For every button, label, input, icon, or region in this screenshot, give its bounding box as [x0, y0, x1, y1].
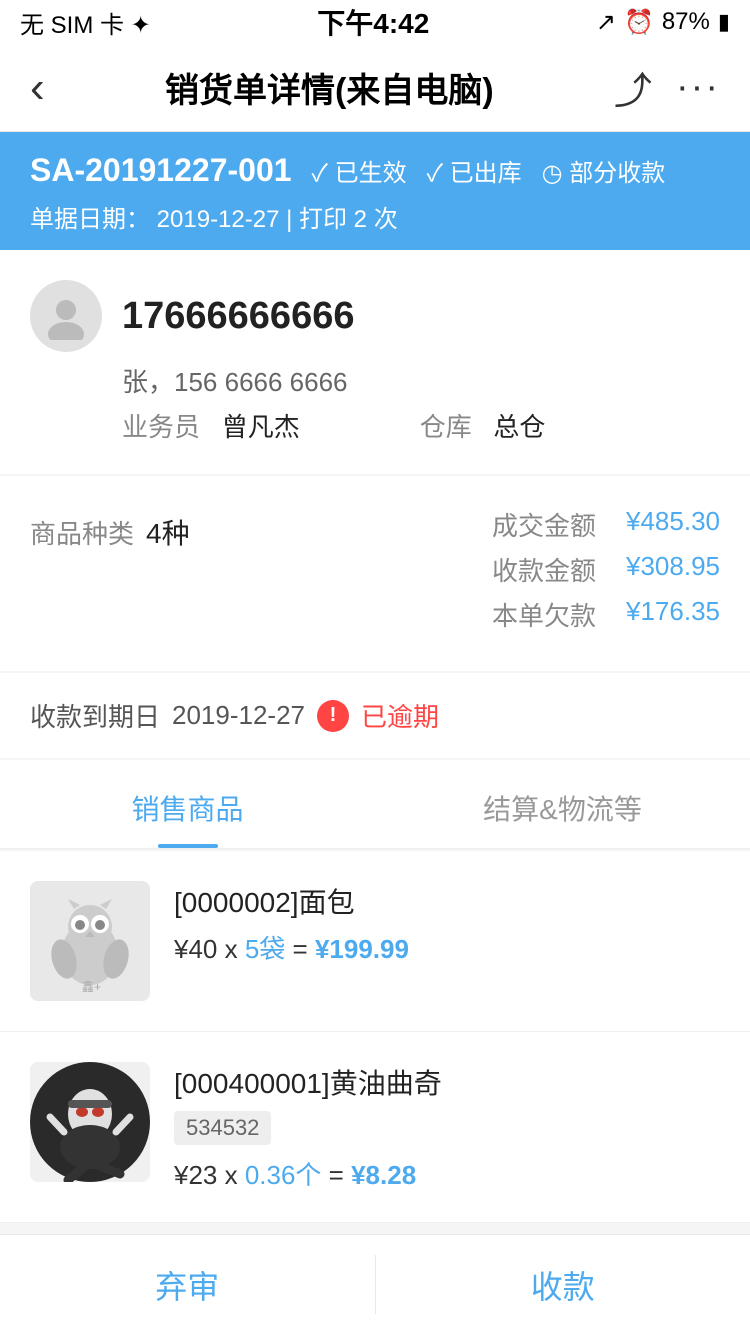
- product-price-1: ¥40 x 5袋 = ¥199.99: [174, 929, 720, 966]
- amount-value: ¥485.30: [626, 506, 720, 543]
- alarm-icon: ⏰: [624, 8, 654, 37]
- battery-icon: ▮: [718, 9, 730, 35]
- bottom-bar: 弃审 收款: [0, 1234, 750, 1334]
- battery-label: 87%: [662, 8, 710, 36]
- badge-shipped: ✓ 已出库: [427, 153, 522, 188]
- product-thumbnail-1: 鑫+: [30, 881, 150, 1001]
- nav-bar: ‹ 销货单详情(来自电脑) ⤴ ···: [0, 44, 750, 132]
- price-base-1: ¥40 x: [174, 934, 245, 964]
- total-2: ¥8.28: [351, 1160, 416, 1190]
- product-thumbnail-2: [30, 1062, 150, 1182]
- order-date: 2019-12-27: [157, 206, 280, 233]
- product-kind: 商品种类 4种: [30, 512, 190, 552]
- received-value: ¥308.95: [626, 551, 720, 588]
- product-name-2: [000400001]黄油曲奇: [174, 1062, 720, 1102]
- agent-value: 曾凡杰: [222, 412, 300, 442]
- owed-row: 本单欠款 ¥176.35: [492, 596, 720, 633]
- share-icon[interactable]: ⤴: [614, 60, 652, 115]
- amount-row: 成交金额 ¥485.30: [492, 506, 720, 543]
- amount-label: 成交金额: [492, 506, 596, 543]
- back-button[interactable]: ‹: [30, 63, 45, 113]
- overdue-date: 2019-12-27: [172, 700, 305, 731]
- more-icon[interactable]: ···: [676, 66, 720, 109]
- order-id: SA-20191227-001: [30, 152, 292, 189]
- overdue-section: 收款到期日 2019-12-27 ! 已逾期: [0, 673, 750, 758]
- product-info-1: [0000002]面包 ¥40 x 5袋 = ¥199.99: [174, 881, 720, 966]
- tabs-section: 销售商品 结算&物流等: [0, 760, 750, 849]
- page-title: 销货单详情(来自电脑): [165, 63, 494, 112]
- date-label: 单据日期：: [30, 206, 150, 233]
- warehouse-value: 总仓: [493, 412, 545, 442]
- customer-name: 张，156 6666 6666: [122, 362, 720, 399]
- received-row: 收款金额 ¥308.95: [492, 551, 720, 588]
- agent-label: 业务员 曾凡杰: [122, 407, 300, 444]
- status-right: ↗ ⏰ 87% ▮: [596, 8, 730, 37]
- tab-settlement[interactable]: 结算&物流等: [375, 760, 750, 848]
- equals-2: =: [329, 1160, 351, 1190]
- nav-icons: ⤴ ···: [614, 60, 720, 115]
- status-left: 无 SIM 卡 ✦: [20, 5, 151, 40]
- summary-right: 成交金额 ¥485.30 收款金额 ¥308.95 本单欠款 ¥176.35: [492, 506, 720, 641]
- product-list: 鑫+ [0000002]面包 ¥40 x 5袋 = ¥199.99: [0, 851, 750, 1223]
- banner-bottom: 单据日期： 2019-12-27 | 打印 2 次: [30, 199, 720, 234]
- received-label: 收款金额: [492, 551, 596, 588]
- total-1: ¥199.99: [315, 934, 409, 964]
- header-banner: SA-20191227-001 ✓ 已生效 ✓ 已出库 ◷ 部分收款 单据日期：…: [0, 132, 750, 250]
- qty-1: 5袋: [245, 934, 285, 964]
- summary-left: 商品种类 4种: [30, 506, 190, 552]
- tabs-row: 销售商品 结算&物流等: [0, 760, 750, 849]
- list-item: [000400001]黄油曲奇 534532 ¥23 x 0.36个 = ¥8.…: [0, 1032, 750, 1223]
- summary-section: 商品种类 4种 成交金额 ¥485.30 收款金额 ¥308.95 本单欠款 ¥…: [0, 476, 750, 671]
- kind-label: 商品种类: [30, 514, 134, 551]
- qty-2: 0.36个: [245, 1160, 322, 1190]
- price-base-2: ¥23 x: [174, 1160, 245, 1190]
- tab-sales-products[interactable]: 销售商品: [0, 760, 375, 848]
- product-name-1: [0000002]面包: [174, 881, 720, 921]
- location-icon: ↗: [596, 8, 616, 37]
- product-tag-2: 534532: [174, 1111, 271, 1145]
- owed-label: 本单欠款: [492, 596, 596, 633]
- banner-top: SA-20191227-001 ✓ 已生效 ✓ 已出库 ◷ 部分收款: [30, 152, 720, 189]
- overdue-icon: !: [317, 700, 349, 732]
- customer-meta: 业务员 曾凡杰 仓库 总仓: [122, 407, 720, 444]
- svg-text:鑫+: 鑫+: [82, 979, 101, 994]
- product-price-2: ¥23 x 0.36个 = ¥8.28: [174, 1155, 720, 1192]
- customer-row: 17666666666: [30, 280, 720, 352]
- kind-value: 4种: [146, 512, 190, 552]
- sim-label: 无 SIM 卡 ✦: [20, 5, 151, 40]
- product-info-2: [000400001]黄油曲奇 534532 ¥23 x 0.36个 = ¥8.…: [174, 1062, 720, 1192]
- customer-phone: 17666666666: [122, 295, 354, 338]
- status-bar: 无 SIM 卡 ✦ 下午4:42 ↗ ⏰ 87% ▮: [0, 0, 750, 44]
- overdue-status: 已逾期: [361, 697, 439, 734]
- list-item: 鑫+ [0000002]面包 ¥40 x 5袋 = ¥199.99: [0, 851, 750, 1032]
- status-time: 下午4:42: [317, 2, 429, 42]
- badge-partial-payment: ◷ 部分收款: [542, 153, 666, 188]
- collect-button[interactable]: 收款: [376, 1235, 750, 1334]
- equals-1: =: [293, 934, 315, 964]
- abandon-button[interactable]: 弃审: [0, 1235, 375, 1334]
- owed-value: ¥176.35: [626, 596, 720, 633]
- print-info: | 打印 2 次: [286, 206, 398, 233]
- badge-effective: ✓ 已生效: [312, 153, 407, 188]
- warehouse-label: 仓库 总仓: [420, 407, 546, 444]
- overdue-label: 收款到期日: [30, 697, 160, 734]
- customer-section: 17666666666 张，156 6666 6666 业务员 曾凡杰 仓库 总…: [0, 250, 750, 474]
- avatar: [30, 280, 102, 352]
